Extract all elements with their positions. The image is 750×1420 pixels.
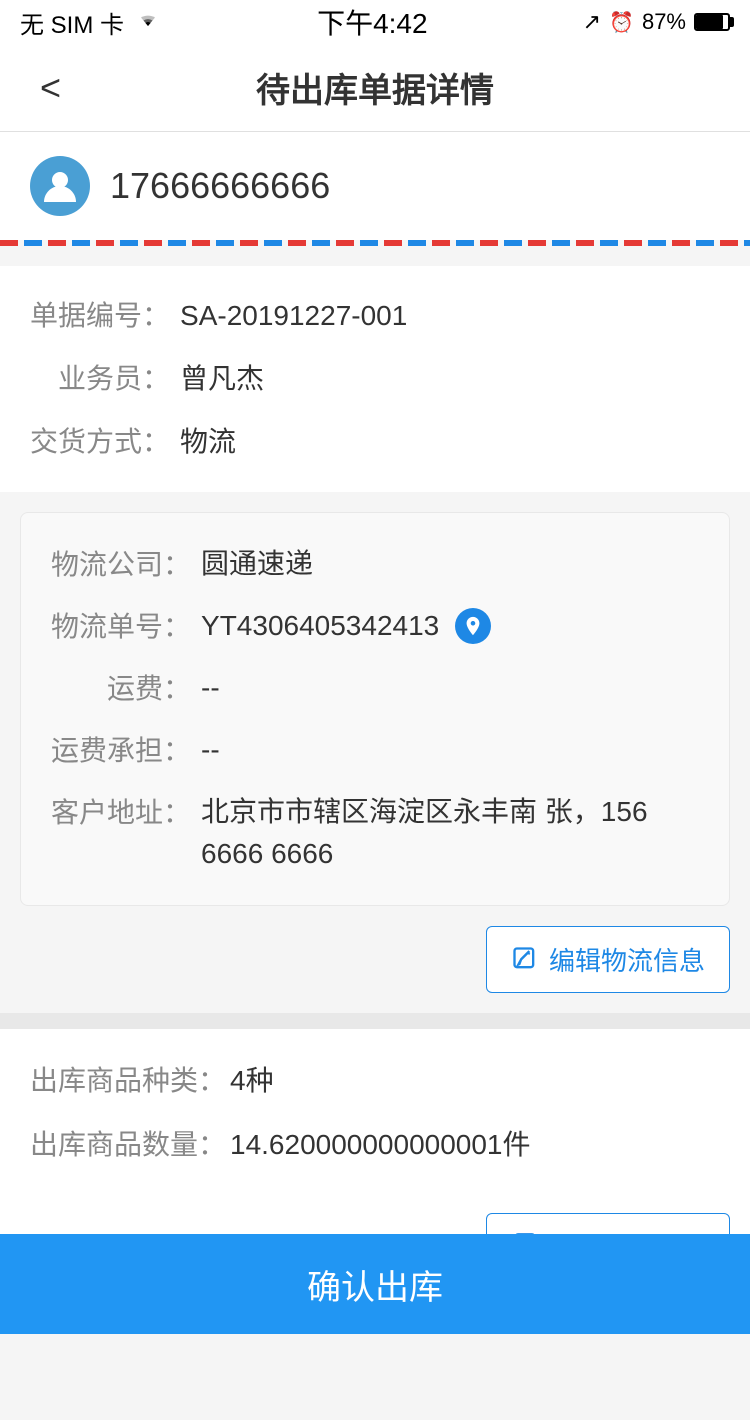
logistics-card: 物流公司： 圆通速递 物流单号： YT4306405342413 运费： -- … bbox=[20, 512, 730, 906]
battery-icon bbox=[694, 13, 730, 31]
edit-btn-row: 编辑物流信息 bbox=[0, 926, 750, 1013]
address-label: 客户地址： bbox=[51, 791, 201, 831]
tracking-no-value: YT4306405342413 bbox=[201, 605, 439, 647]
content: 17666666666 单据编号： SA-20191227-001 业务员： 曾… bbox=[0, 132, 750, 1420]
delivery-value: 物流 bbox=[180, 422, 720, 461]
edit-logistics-label: 编辑物流信息 bbox=[549, 941, 705, 978]
tracking-label: 物流单号： bbox=[51, 605, 201, 645]
status-bar: 无 SIM 卡 下午4:42 ↗ ⏰ 87% bbox=[0, 0, 750, 44]
tracking-value-row: YT4306405342413 bbox=[201, 605, 491, 647]
goods-quantity-row: 出库商品数量： 14.620000000000001件 bbox=[30, 1123, 720, 1163]
wifi-icon bbox=[134, 8, 162, 37]
customer-phone: 17666666666 bbox=[110, 165, 330, 207]
freight-value: -- bbox=[201, 667, 699, 709]
logistics-company-label: 物流公司： bbox=[51, 543, 201, 583]
freight-bear-row: 运费承担： -- bbox=[51, 729, 699, 771]
salesman-label: 业务员： bbox=[30, 359, 180, 398]
order-no-label: 单据编号： bbox=[30, 296, 180, 335]
tracking-row: 物流单号： YT4306405342413 bbox=[51, 605, 699, 647]
map-pin-icon bbox=[462, 615, 484, 637]
logistics-company-row: 物流公司： 圆通速递 bbox=[51, 543, 699, 585]
goods-types-value: 4种 bbox=[230, 1059, 274, 1099]
edit-logistics-button[interactable]: 编辑物流信息 bbox=[486, 926, 730, 993]
confirm-bar[interactable]: 确认出库 bbox=[0, 1234, 750, 1334]
delivery-label: 交货方式： bbox=[30, 422, 180, 461]
status-time: 下午4:42 bbox=[317, 2, 428, 42]
goods-section: 出库商品种类： 4种 出库商品数量： 14.620000000000001件 bbox=[0, 1029, 750, 1193]
status-right: ↗ ⏰ 87% bbox=[583, 9, 730, 35]
delivery-row: 交货方式： 物流 bbox=[30, 422, 720, 461]
customer-header: 17666666666 bbox=[0, 132, 750, 240]
alarm-icon: ⏰ bbox=[609, 10, 634, 35]
section-divider bbox=[0, 1013, 750, 1029]
goods-quantity-label: 出库商品数量： bbox=[30, 1123, 230, 1163]
status-left: 无 SIM 卡 bbox=[20, 5, 162, 40]
freight-row: 运费： -- bbox=[51, 667, 699, 709]
goods-types-label: 出库商品种类： bbox=[30, 1059, 230, 1099]
tracking-location-icon[interactable] bbox=[455, 608, 491, 644]
salesman-value: 曾凡杰 bbox=[180, 359, 720, 398]
dashed-separator bbox=[0, 240, 750, 246]
nav-bar: < 待出库单据详情 bbox=[0, 44, 750, 132]
user-avatar-icon bbox=[40, 166, 80, 206]
avatar bbox=[30, 156, 90, 216]
order-no-row: 单据编号： SA-20191227-001 bbox=[30, 296, 720, 335]
freight-bear-label: 运费承担： bbox=[51, 729, 201, 769]
order-info-section: 单据编号： SA-20191227-001 业务员： 曾凡杰 交货方式： 物流 bbox=[0, 266, 750, 492]
sim-status: 无 SIM 卡 bbox=[20, 5, 124, 40]
goods-types-row: 出库商品种类： 4种 bbox=[30, 1059, 720, 1099]
address-value: 北京市市辖区海淀区永丰南 张，156 6666 6666 bbox=[201, 791, 699, 875]
freight-label: 运费： bbox=[51, 667, 201, 707]
page-title: 待出库单据详情 bbox=[256, 63, 494, 112]
confirm-button-label: 确认出库 bbox=[307, 1260, 443, 1309]
order-no-value: SA-20191227-001 bbox=[180, 296, 720, 335]
location-status-icon: ↗ bbox=[583, 9, 601, 35]
edit-icon bbox=[511, 945, 539, 973]
salesman-row: 业务员： 曾凡杰 bbox=[30, 359, 720, 398]
back-button[interactable]: < bbox=[30, 57, 71, 119]
goods-quantity-value: 14.620000000000001件 bbox=[230, 1123, 531, 1163]
address-row: 客户地址： 北京市市辖区海淀区永丰南 张，156 6666 6666 bbox=[51, 791, 699, 875]
freight-bear-value: -- bbox=[201, 729, 699, 771]
battery-text: 87% bbox=[642, 9, 686, 35]
logistics-company-value: 圆通速递 bbox=[201, 543, 699, 585]
